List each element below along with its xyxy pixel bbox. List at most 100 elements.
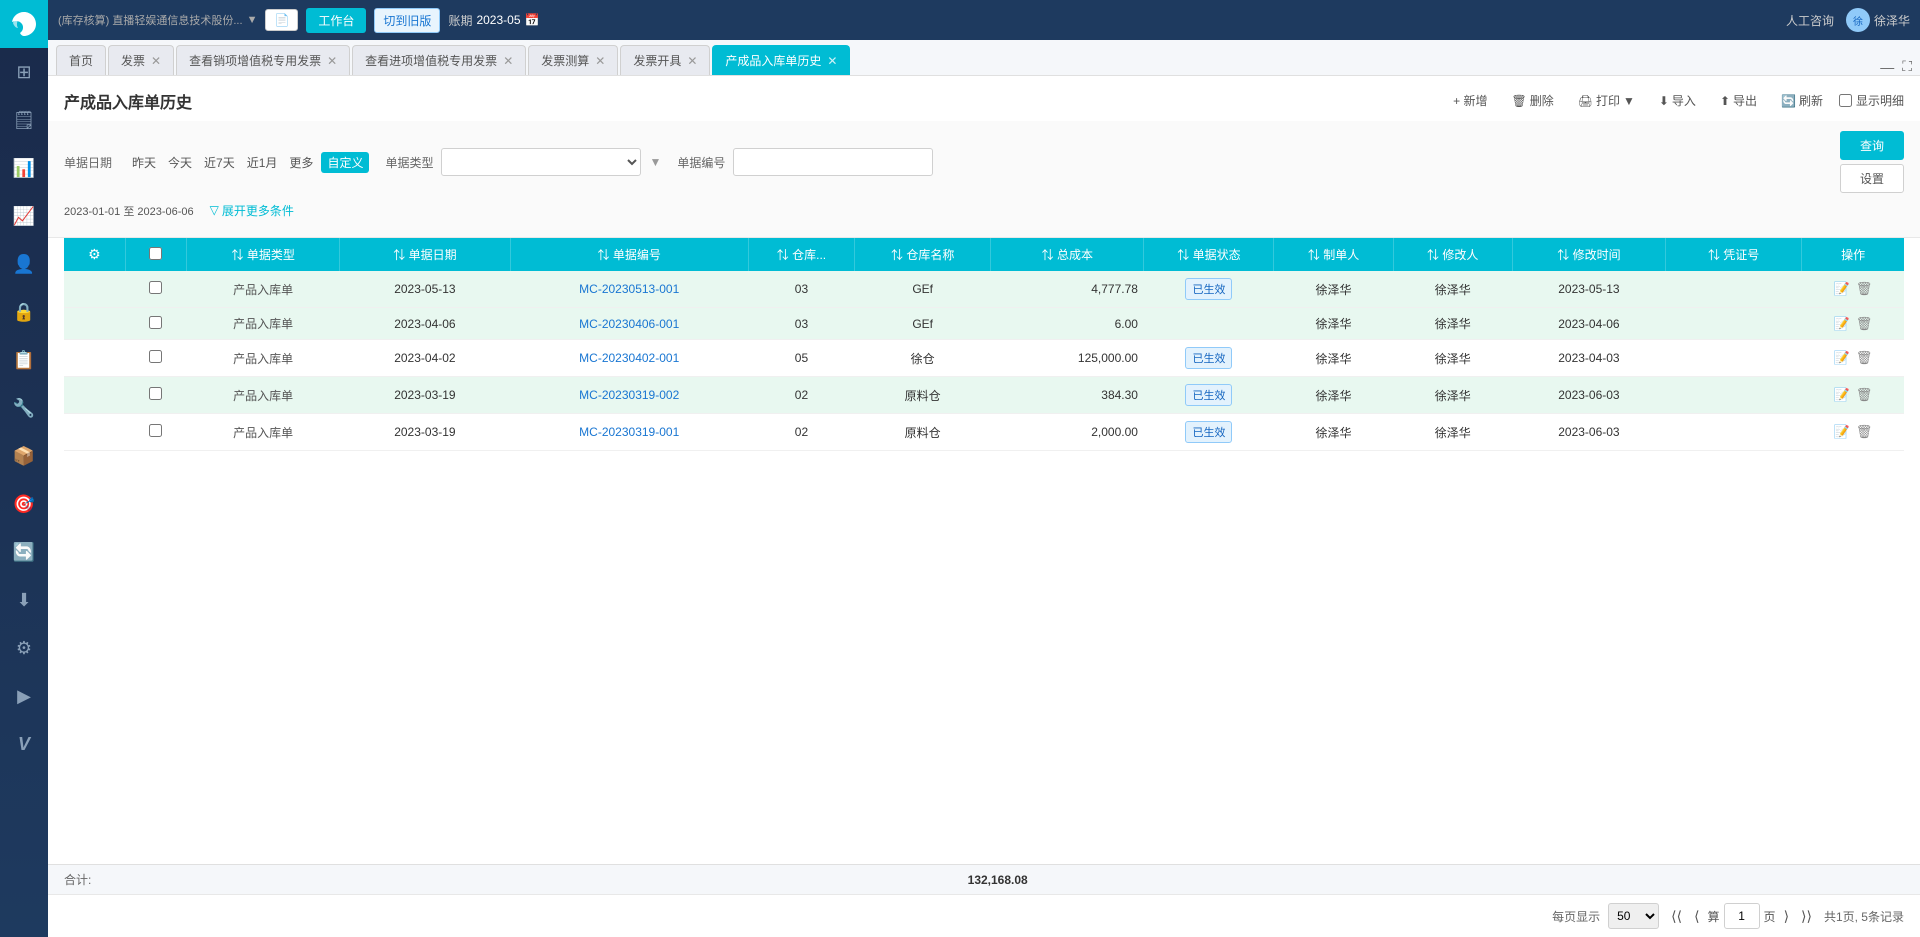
- row-num-link[interactable]: MC-20230406-001: [579, 317, 679, 331]
- row-delete-icon[interactable]: 🗑: [1856, 316, 1873, 332]
- tab-sales-vat-close[interactable]: ✕: [327, 54, 337, 68]
- col-date-header[interactable]: ⇅ 单据日期: [340, 238, 510, 271]
- row-checkbox[interactable]: [149, 424, 162, 437]
- num-filter-input[interactable]: [733, 148, 933, 176]
- import-button[interactable]: ⬇ 导入: [1651, 88, 1704, 113]
- tab-input-vat-close[interactable]: ✕: [503, 54, 513, 68]
- page-input[interactable]: [1724, 903, 1760, 929]
- col-maker-header[interactable]: ⇅ 制单人: [1274, 238, 1393, 271]
- row-delete-icon[interactable]: 🗑: [1856, 281, 1873, 297]
- row-check[interactable]: [125, 377, 186, 414]
- tab-home[interactable]: 首页: [56, 45, 106, 75]
- first-page-button[interactable]: ⟨⟨: [1667, 906, 1686, 927]
- row-edit-icon[interactable]: 📝: [1834, 316, 1850, 332]
- sidebar-item-inventory[interactable]: 📦: [0, 432, 48, 480]
- tab-invoice-open-close[interactable]: ✕: [687, 54, 697, 68]
- sidebar-item-analytics[interactable]: 📈: [0, 192, 48, 240]
- row-delete-icon[interactable]: 🗑: [1856, 424, 1873, 440]
- new-button[interactable]: + 新增: [1445, 88, 1495, 113]
- workbench-button[interactable]: 工作台: [306, 8, 366, 33]
- tab-invoice-calc[interactable]: 发票测算 ✕: [528, 45, 618, 75]
- row-checkbox[interactable]: [149, 316, 162, 329]
- shortcut-1month[interactable]: 近1月: [243, 152, 282, 173]
- row-delete-icon[interactable]: 🗑: [1856, 387, 1873, 403]
- app-logo[interactable]: [0, 0, 48, 48]
- last-page-button[interactable]: ⟩⟩: [1797, 906, 1816, 927]
- col-status-header[interactable]: ⇅ 单据状态: [1144, 238, 1274, 271]
- row-edit-icon[interactable]: 📝: [1834, 387, 1850, 403]
- print-button[interactable]: 🖨 打印 ▼: [1570, 88, 1643, 113]
- row-num-link[interactable]: MC-20230319-002: [579, 388, 679, 402]
- maximize-button[interactable]: ⛶: [1902, 58, 1912, 75]
- sidebar-item-reports[interactable]: 📊: [0, 144, 48, 192]
- shortcut-custom[interactable]: 自定义: [321, 152, 369, 173]
- tab-invoice-calc-close[interactable]: ✕: [595, 54, 605, 68]
- delete-button[interactable]: 🗑 删除: [1503, 88, 1561, 113]
- shortcut-today[interactable]: 今天: [164, 152, 196, 173]
- shortcut-7days[interactable]: 近7天: [200, 152, 239, 173]
- row-num-link[interactable]: MC-20230513-001: [579, 282, 679, 296]
- sidebar-item-home[interactable]: ⊞: [0, 48, 48, 96]
- export-button[interactable]: ⬆ 导出: [1712, 88, 1765, 113]
- type-filter-select[interactable]: [441, 148, 641, 176]
- col-num-header[interactable]: ⇅ 单据编号: [510, 238, 748, 271]
- row-checkbox[interactable]: [149, 281, 162, 294]
- row-check[interactable]: [125, 414, 186, 451]
- display-toggle-checkbox[interactable]: [1839, 94, 1852, 107]
- row-edit-icon[interactable]: 📝: [1834, 424, 1850, 440]
- row-checkbox[interactable]: [149, 350, 162, 363]
- row-check[interactable]: [125, 271, 186, 308]
- col-type-header[interactable]: ⇅ 单据类型: [187, 238, 340, 271]
- tab-product-history[interactable]: 产成品入库单历史 ✕: [712, 45, 850, 75]
- tab-invoice-close[interactable]: ✕: [151, 54, 161, 68]
- row-delete-icon[interactable]: 🗑: [1856, 350, 1873, 366]
- sidebar-item-module3[interactable]: 🔧: [0, 384, 48, 432]
- row-num-link[interactable]: MC-20230402-001: [579, 351, 679, 365]
- tab-sales-vat[interactable]: 查看销项增值税专用发票 ✕: [176, 45, 350, 75]
- shortcut-more[interactable]: 更多: [285, 152, 317, 173]
- sidebar-item-module2[interactable]: 📋: [0, 336, 48, 384]
- sidebar-item-target[interactable]: 🎯: [0, 480, 48, 528]
- sidebar-item-contact[interactable]: 👤: [0, 240, 48, 288]
- prev-page-button[interactable]: ⟨: [1690, 906, 1703, 927]
- expand-filter-button[interactable]: ▽ 展开更多条件: [210, 202, 294, 219]
- tab-input-vat[interactable]: 查看进项增值税专用发票 ✕: [352, 45, 526, 75]
- user-menu[interactable]: 徐 徐泽华: [1846, 8, 1910, 32]
- col-check-header[interactable]: [125, 238, 186, 271]
- next-page-button[interactable]: ⟩: [1780, 906, 1793, 927]
- tab-invoice-open[interactable]: 发票开具 ✕: [620, 45, 710, 75]
- query-button[interactable]: 查询: [1840, 131, 1904, 160]
- col-cost-header[interactable]: ⇅ 总成本: [991, 238, 1144, 271]
- sidebar-item-bill[interactable]: 🗒: [0, 96, 48, 144]
- sidebar-item-sync[interactable]: 🔄: [0, 528, 48, 576]
- row-num-link[interactable]: MC-20230319-001: [579, 425, 679, 439]
- col-whname-header[interactable]: ⇅ 仓库名称: [855, 238, 991, 271]
- sidebar-item-settings[interactable]: ⚙: [0, 624, 48, 672]
- col-wh-header[interactable]: ⇅ 仓库...: [748, 238, 854, 271]
- shortcut-yesterday[interactable]: 昨天: [128, 152, 160, 173]
- doc-button[interactable]: 📄: [265, 9, 298, 31]
- col-modtime-header[interactable]: ⇅ 修改时间: [1512, 238, 1665, 271]
- sidebar-item-lock[interactable]: 🔒: [0, 288, 48, 336]
- col-voucher-header[interactable]: ⇅ 凭证号: [1666, 238, 1802, 271]
- help-link[interactable]: 人工咨询: [1786, 12, 1834, 29]
- tab-product-history-close[interactable]: ✕: [827, 54, 837, 68]
- sidebar-item-run[interactable]: ▶: [0, 672, 48, 720]
- select-all-checkbox[interactable]: [149, 247, 162, 260]
- minimize-button[interactable]: —: [1880, 59, 1894, 75]
- col-modifier-header[interactable]: ⇅ 修改人: [1393, 238, 1512, 271]
- company-name[interactable]: (库存核算) 直播轻娱通信息技术股份... ▼: [58, 12, 257, 28]
- tab-invoice[interactable]: 发票 ✕: [108, 45, 174, 75]
- switch-old-button[interactable]: 切到旧版: [374, 8, 440, 33]
- row-edit-icon[interactable]: 📝: [1834, 350, 1850, 366]
- sidebar-item-v[interactable]: V: [0, 720, 48, 768]
- display-toggle[interactable]: 显示明细: [1839, 92, 1904, 109]
- row-check[interactable]: [125, 308, 186, 340]
- set-button[interactable]: 设置: [1840, 164, 1904, 193]
- row-edit-icon[interactable]: 📝: [1834, 281, 1850, 297]
- row-check[interactable]: [125, 340, 186, 377]
- sidebar-item-download[interactable]: ⬇: [0, 576, 48, 624]
- per-page-select[interactable]: 50 100 200: [1608, 903, 1659, 929]
- refresh-button[interactable]: 🔄 刷新: [1773, 88, 1831, 113]
- col-settings-header[interactable]: ⚙: [64, 238, 125, 271]
